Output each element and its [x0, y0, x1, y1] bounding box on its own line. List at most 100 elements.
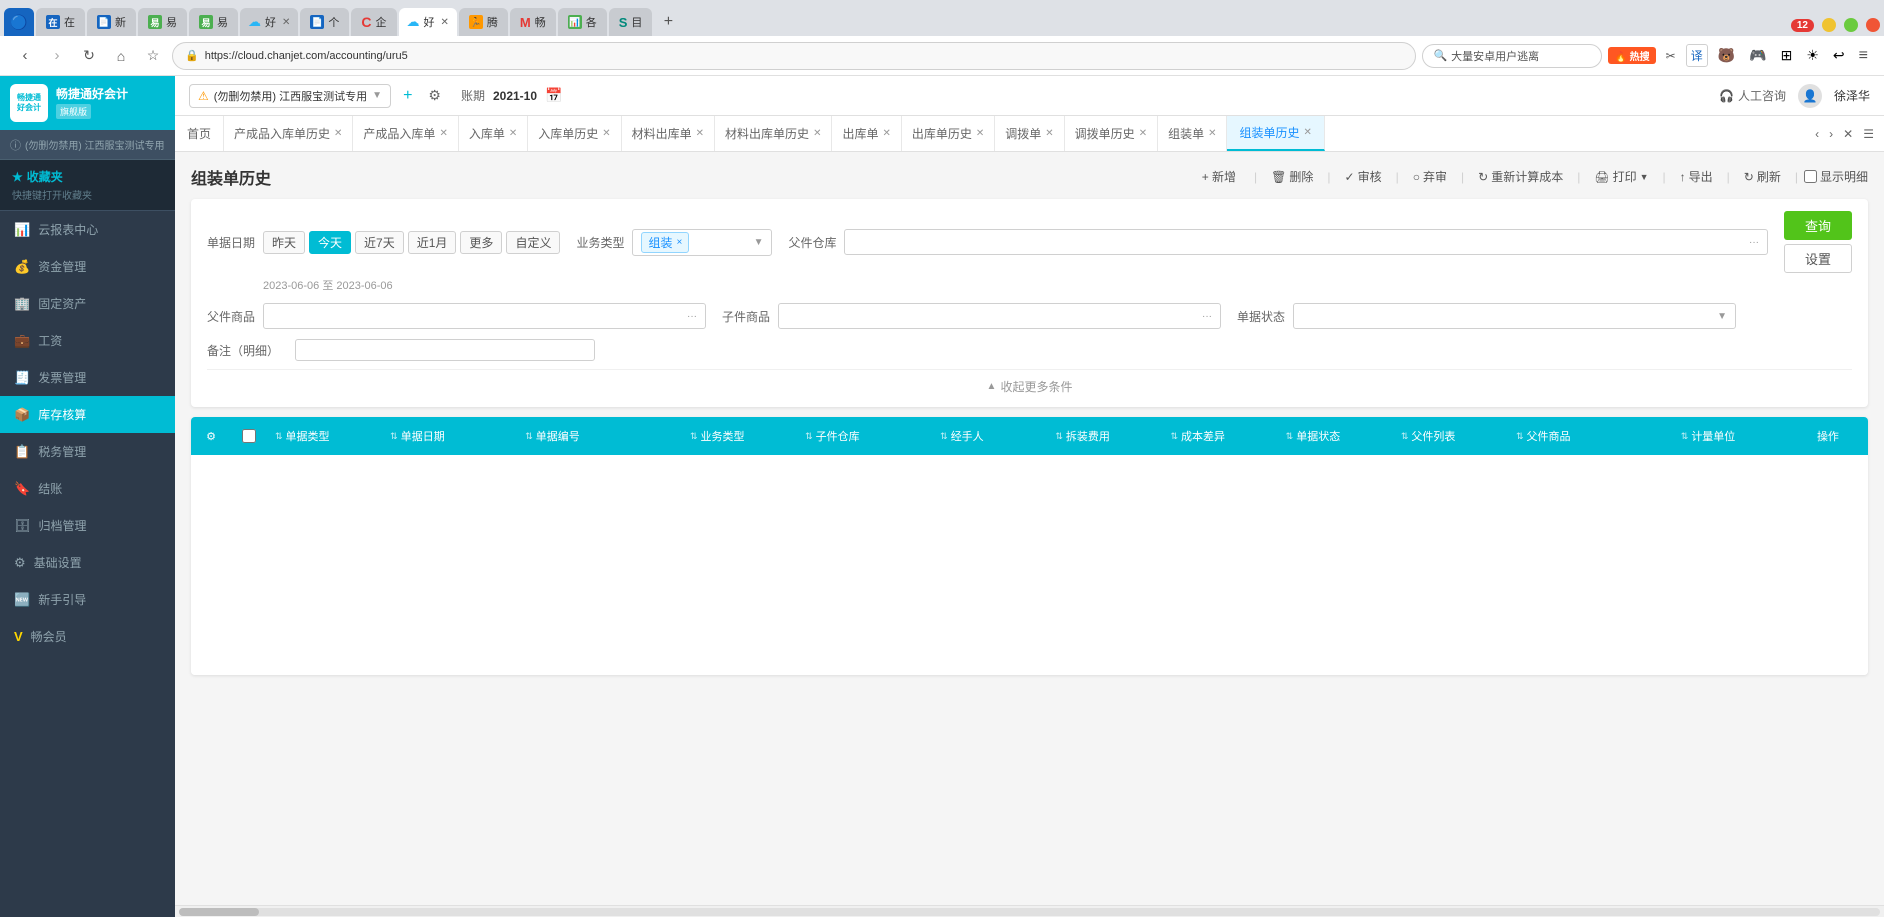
tab-close-inbound-history[interactable]: ✕: [602, 128, 610, 139]
parent-warehouse-input[interactable]: ···: [844, 229, 1768, 255]
abandon-button[interactable]: ○ 弃审: [1405, 164, 1455, 189]
th-checkbox-cell[interactable]: [231, 429, 267, 443]
show-detail-checkbox[interactable]: [1804, 170, 1817, 183]
browser-tab-2[interactable]: 📄 新: [87, 8, 136, 36]
tab-home[interactable]: 首页: [175, 116, 224, 151]
tab-next-btn[interactable]: ›: [1825, 125, 1837, 143]
tab-close-8[interactable]: ✕: [441, 17, 449, 28]
print-button[interactable]: 🖨 打印 ▼: [1586, 164, 1656, 189]
th-parent-goods[interactable]: ⇅ 父件商品: [1508, 428, 1673, 444]
tab-close-production[interactable]: ✕: [439, 128, 447, 139]
service-btn[interactable]: 🎧 人工咨询: [1719, 87, 1786, 104]
tab-material-out[interactable]: 材料出库单 ✕: [622, 116, 715, 151]
browser-tab-10[interactable]: M 畅: [510, 8, 556, 36]
child-goods-input[interactable]: ···: [778, 303, 1221, 329]
tab-outbound-history[interactable]: 出库单历史 ✕: [902, 116, 995, 151]
sidebar-item-settlement[interactable]: 🔖 结账: [0, 470, 175, 507]
tab-transfer[interactable]: 调拨单 ✕: [995, 116, 1064, 151]
sidebar-item-archive[interactable]: 🗄 归档管理: [0, 507, 175, 544]
new-tab-button[interactable]: +: [654, 8, 682, 36]
th-type[interactable]: ⇅ 单据类型: [267, 428, 382, 444]
th-cost-diff[interactable]: ⇅ 成本差异: [1162, 428, 1277, 444]
child-goods-more-icon[interactable]: ···: [1202, 311, 1212, 322]
th-unit[interactable]: ⇅ 计量单位: [1673, 428, 1788, 444]
tab-assembly-history[interactable]: 组装单历史 ✕: [1227, 116, 1324, 151]
browser-tab-7[interactable]: C 企: [351, 8, 396, 36]
th-business[interactable]: ⇅ 业务类型: [682, 428, 797, 444]
browser-tab-1[interactable]: 在 在: [36, 8, 85, 36]
th-number[interactable]: ⇅ 单据编号: [517, 428, 682, 444]
tab-close-material-out[interactable]: ✕: [696, 128, 704, 139]
business-type-value[interactable]: 组装 × ▼: [632, 229, 772, 256]
th-doc-status[interactable]: ⇅ 单据状态: [1278, 428, 1393, 444]
browser-tab-3[interactable]: 易 易: [138, 8, 187, 36]
show-detail-checkbox-label[interactable]: 显示明细: [1804, 168, 1868, 185]
tab-close-outbound-history[interactable]: ✕: [976, 128, 984, 139]
browser-tab-9[interactable]: 🏃 腾: [459, 8, 508, 36]
date-today-btn[interactable]: 今天: [309, 231, 351, 254]
tool-grid[interactable]: ⊞: [1777, 45, 1797, 66]
th-handler[interactable]: ⇅ 经手人: [932, 428, 1047, 444]
nav-bookmark[interactable]: ☆: [140, 43, 166, 69]
th-child-warehouse[interactable]: ⇅ 子件仓库: [797, 428, 932, 444]
sidebar-item-inventory[interactable]: 📦 库存核算: [0, 396, 175, 433]
sidebar-item-member[interactable]: V 畅会员: [0, 618, 175, 655]
sidebar-item-salary[interactable]: 💼 工资: [0, 322, 175, 359]
tab-menu-btn[interactable]: ☰: [1859, 125, 1878, 143]
tool-scissors[interactable]: ✂: [1662, 47, 1680, 65]
nav-forward[interactable]: ›: [44, 43, 70, 69]
th-disassembly[interactable]: ⇅ 拆装费用: [1047, 428, 1162, 444]
export-button[interactable]: ↑ 导出: [1672, 164, 1721, 189]
th-date[interactable]: ⇅ 单据日期: [382, 428, 517, 444]
search-box[interactable]: 🔍 大量安卓用户逃离: [1422, 44, 1602, 68]
tool-menu[interactable]: ≡: [1855, 45, 1872, 67]
date-yesterday-btn[interactable]: 昨天: [263, 231, 305, 254]
tab-outbound[interactable]: 出库单 ✕: [832, 116, 901, 151]
sidebar-item-tax[interactable]: 📋 税务管理: [0, 433, 175, 470]
date-week-btn[interactable]: 近7天: [355, 231, 404, 254]
settings-button[interactable]: 设置: [1784, 244, 1852, 273]
tab-close-assembly[interactable]: ✕: [1208, 128, 1216, 139]
tab-material-out-history[interactable]: 材料出库单历史 ✕: [715, 116, 832, 151]
recalculate-button[interactable]: ↻ 重新计算成本: [1470, 164, 1571, 189]
browser-tab-12[interactable]: S 目: [609, 8, 653, 36]
parent-goods-more-icon[interactable]: ···: [687, 311, 697, 322]
sidebar-item-fund[interactable]: 💰 资金管理: [0, 248, 175, 285]
user-avatar[interactable]: 👤: [1798, 84, 1822, 108]
browser-tab-11[interactable]: 📊 各: [558, 8, 607, 36]
tab-prev-btn[interactable]: ‹: [1811, 125, 1823, 143]
browser-tab-4[interactable]: 易 易: [189, 8, 238, 36]
tab-close-transfer-history[interactable]: ✕: [1139, 128, 1147, 139]
sidebar-item-settings[interactable]: ⚙ 基础设置: [0, 544, 175, 581]
date-more-btn[interactable]: 更多: [460, 231, 502, 254]
tab-assembly[interactable]: 组装单 ✕: [1158, 116, 1227, 151]
tab-production-history[interactable]: 产成品入库单历史 ✕: [224, 116, 353, 151]
select-all-checkbox[interactable]: [242, 429, 256, 443]
company-selector[interactable]: ⚠ (勿删勿禁用) 江西服宝测试专用 ▼: [189, 84, 391, 108]
delete-button[interactable]: 🗑 删除: [1263, 164, 1321, 189]
sidebar-item-cloud-report[interactable]: 📊 云报表中心: [0, 211, 175, 248]
th-settings[interactable]: ⚙: [191, 430, 231, 443]
nav-refresh[interactable]: ↻: [76, 43, 102, 69]
browser-tab-8[interactable]: ☁ 好 ✕: [399, 8, 457, 36]
tool-emoji[interactable]: 🐻: [1714, 45, 1739, 66]
date-custom-btn[interactable]: 自定义: [506, 231, 560, 254]
tab-close-material-out-history[interactable]: ✕: [813, 128, 821, 139]
more-options-icon[interactable]: ···: [1749, 237, 1759, 248]
tab-production[interactable]: 产成品入库单 ✕: [353, 116, 458, 151]
note-input[interactable]: [295, 339, 595, 361]
doc-status-select[interactable]: ▼: [1293, 303, 1736, 329]
favorites-section[interactable]: ★ 收藏夹 快捷键打开收藏夹: [0, 160, 175, 211]
sidebar-item-guide[interactable]: 🆕 新手引导: [0, 581, 175, 618]
tab-close-production-history[interactable]: ✕: [334, 128, 342, 139]
scrollbar-area[interactable]: [175, 905, 1884, 917]
tab-close-5[interactable]: ✕: [282, 17, 290, 28]
scrollbar-thumb[interactable]: [179, 908, 259, 916]
company-settings-btn[interactable]: ⚙: [424, 87, 445, 104]
notification-badge[interactable]: 12: [1791, 19, 1814, 32]
refresh-button[interactable]: ↻ 刷新: [1736, 164, 1789, 189]
date-month-btn[interactable]: 近1月: [408, 231, 457, 254]
tab-transfer-history[interactable]: 调拨单历史 ✕: [1065, 116, 1158, 151]
tab-inbound-history[interactable]: 入库单历史 ✕: [528, 116, 621, 151]
tab-close-inbound[interactable]: ✕: [509, 128, 517, 139]
